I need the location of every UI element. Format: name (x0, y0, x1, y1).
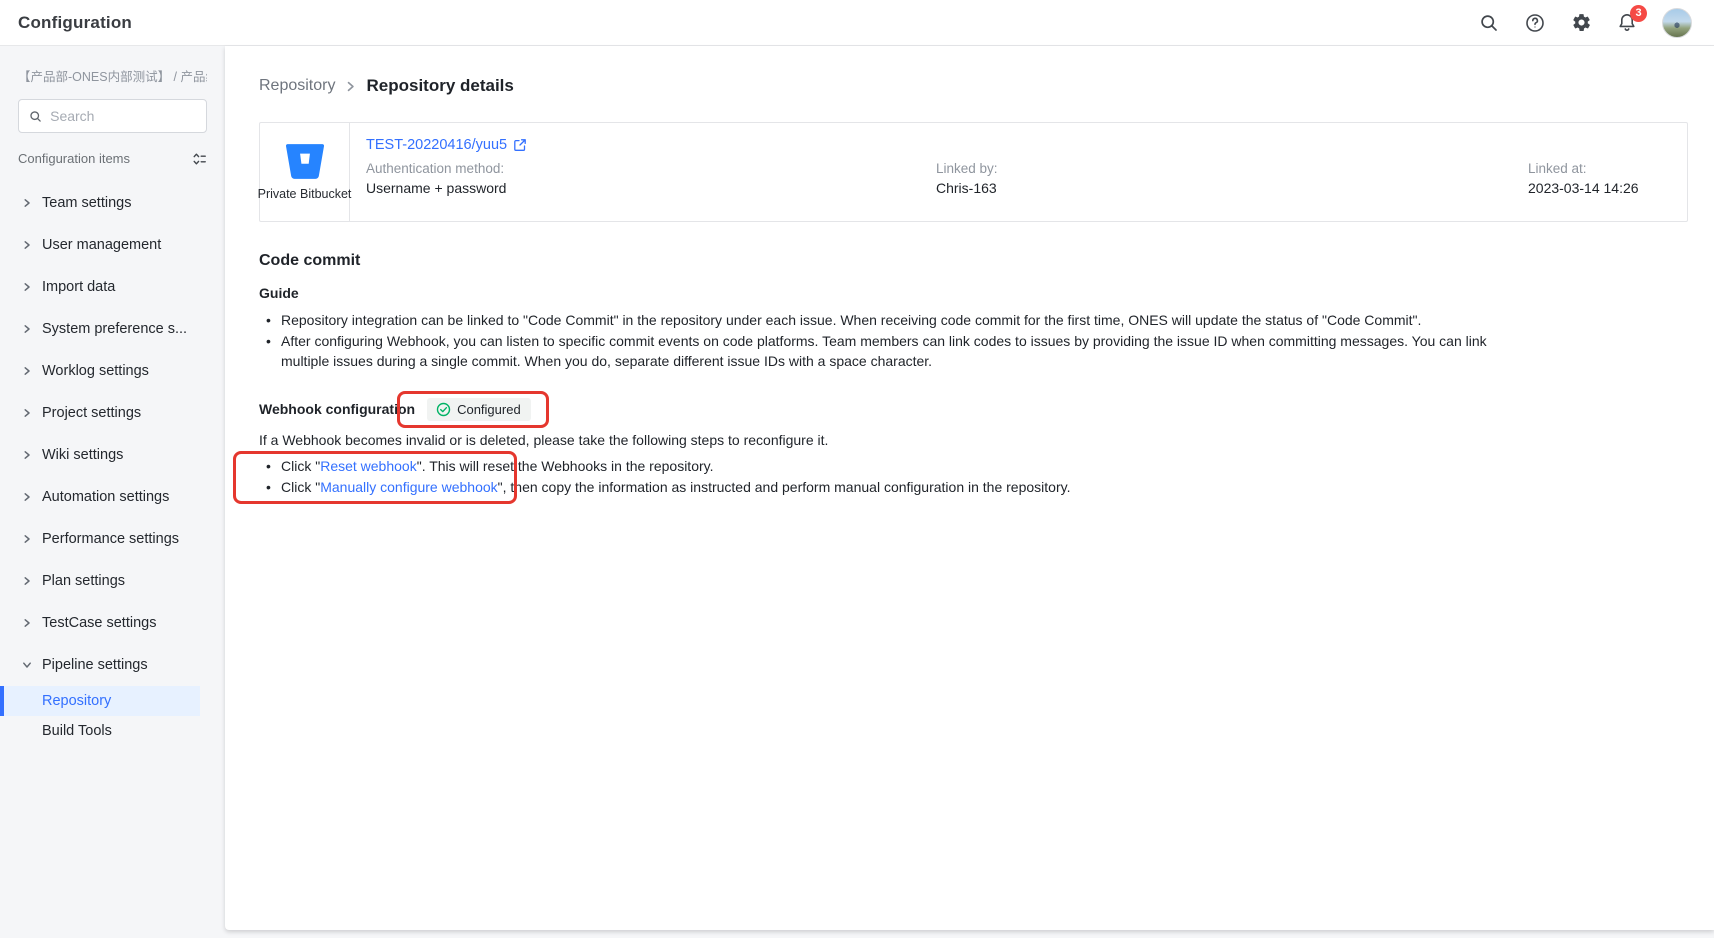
sidebar-item-label: Team settings (42, 195, 132, 211)
breadcrumb-current: Repository details (366, 76, 514, 95)
chevron-right-icon (22, 240, 32, 250)
webhook-step: Click "Reset webhook". This will reset t… (259, 456, 1688, 476)
search-icon[interactable] (1478, 12, 1500, 34)
sidebar-item-label: Build Tools (42, 723, 112, 739)
sidebar-item-testcase-settings[interactable]: TestCase settings (0, 602, 200, 644)
user-avatar[interactable] (1662, 7, 1692, 38)
linked-by-label: Linked by: (936, 161, 998, 176)
chevron-right-icon (22, 450, 32, 460)
sidebar-item-plan-settings[interactable]: Plan settings (0, 560, 200, 602)
auth-method-label: Authentication method: (366, 161, 505, 176)
notification-count-badge: 3 (1630, 4, 1647, 22)
auth-method-block: Authentication method: Username + passwo… (366, 161, 936, 196)
sidebar-item-label: TestCase settings (42, 615, 157, 631)
collapse-all-icon[interactable] (192, 152, 207, 166)
sidebar-item-label: Automation settings (42, 489, 170, 505)
manually-configure-webhook-link[interactable]: Manually configure webhook (320, 479, 497, 495)
sidebar-item-label: Performance settings (42, 531, 180, 547)
guide-title: Guide (259, 285, 299, 301)
sidebar-item-build-tools[interactable]: Build Tools (0, 716, 200, 746)
sidebar-item-user-management[interactable]: User management (0, 224, 200, 266)
configuration-items-header: Configuration items (0, 151, 225, 166)
chevron-down-icon (22, 660, 32, 670)
search-input-icon (30, 110, 41, 122)
chevron-right-icon (22, 408, 32, 418)
webhook-intro-text: If a Webhook becomes invalid or is delet… (259, 432, 829, 448)
repository-card: Private Bitbucket TEST-20220416/yuu5 Aut… (257, 122, 1688, 222)
linked-by-value: Chris-163 (936, 180, 997, 196)
sidebar-item-performance-settings[interactable]: Performance settings (0, 518, 200, 560)
sidebar-item-import-data[interactable]: Import data (0, 266, 200, 308)
external-link-icon[interactable] (513, 138, 527, 152)
sidebar-item-label: System preference s... (42, 321, 188, 337)
chevron-right-icon (22, 366, 32, 376)
chevron-right-icon (22, 618, 32, 628)
sidebar-item-label: Repository (42, 693, 112, 709)
sidebar-item-label: Project settings (42, 405, 142, 421)
configuration-sidebar: 【产品部-ONES内部测试】 / 产品组 Configuration items (0, 46, 225, 938)
sidebar-item-project-settings[interactable]: Project settings (0, 392, 200, 434)
sidebar-search-input[interactable] (50, 108, 196, 124)
help-icon[interactable] (1524, 12, 1546, 34)
guide-bullet: Repository integration can be linked to … (259, 310, 1511, 330)
configured-status-badge: Configured (427, 397, 531, 421)
chevron-right-icon (22, 534, 32, 544)
sidebar-item-worklog-settings[interactable]: Worklog settings (0, 350, 200, 392)
breadcrumb: Repository Repository details (259, 76, 1688, 96)
code-commit-title: Code commit (259, 252, 361, 269)
linked-by-block: Linked by: Chris-163 (936, 161, 1528, 196)
bitbucket-logo-icon (285, 143, 324, 179)
sidebar-item-pipeline-settings[interactable]: Pipeline settings (0, 644, 200, 686)
main-content: Repository Repository details Private Bi… (225, 46, 1714, 930)
chevron-right-icon (22, 198, 32, 208)
linked-at-block: Linked at: 2023-03-14 14:26 (1528, 161, 1687, 196)
repository-info: TEST-20220416/yuu5 Authentication method… (350, 123, 1687, 221)
top-header: Configuration 3 (0, 0, 1714, 46)
configuration-page: Configuration 3 【产品部-ONES内部测试】 / 产品组 Sea… (0, 0, 1714, 938)
team-breadcrumb: 【产品部-ONES内部测试】 / 产品组 (18, 70, 207, 84)
chevron-right-icon (22, 282, 32, 292)
guide-list: Repository integration can be linked to … (259, 310, 1688, 371)
sidebar-item-wiki-settings[interactable]: Wiki settings (0, 434, 200, 476)
linked-at-value: 2023-03-14 14:26 (1528, 180, 1639, 196)
sidebar-item-label: Plan settings (42, 573, 126, 589)
reset-webhook-link[interactable]: Reset webhook (320, 458, 417, 474)
webhook-configuration-section: Webhook configuration Configured If a We… (233, 390, 1688, 504)
webhook-steps-list: Click "Reset webhook". This will reset t… (233, 451, 1688, 504)
sidebar-item-label: Import data (42, 279, 116, 295)
repository-provider-cell: Private Bitbucket (257, 123, 352, 221)
guide-bullet: After configuring Webhook, you can liste… (259, 331, 1511, 371)
header-actions: 3 (1478, 4, 1692, 38)
repository-name-link[interactable]: TEST-20220416/yuu5 (366, 137, 507, 153)
provider-label: Private Bitbucket (257, 186, 352, 201)
linked-at-label: Linked at: (1528, 161, 1587, 176)
sidebar-item-team-settings[interactable]: Team settings (0, 182, 200, 224)
sidebar-nav: Team settings User management Import dat… (0, 182, 225, 746)
sidebar-item-system-preference[interactable]: System preference s... (0, 308, 200, 350)
breadcrumb-repository[interactable]: Repository (259, 77, 335, 95)
page-title: Configuration (18, 12, 133, 32)
configuration-items-label: Configuration items (18, 151, 130, 166)
sidebar-search[interactable] (18, 99, 207, 133)
webhook-step: Click "Manually configure webhook", then… (259, 477, 1688, 497)
settings-gear-icon[interactable] (1570, 12, 1592, 34)
chevron-right-icon (22, 576, 32, 586)
auth-method-value: Username + password (366, 180, 507, 196)
chevron-right-icon (22, 324, 32, 334)
chevron-right-icon (345, 81, 356, 92)
check-circle-icon (436, 402, 451, 416)
sidebar-item-label: User management (42, 237, 162, 253)
sidebar-item-label: Worklog settings (42, 363, 149, 379)
sidebar-item-label: Pipeline settings (42, 657, 148, 673)
sidebar-item-label: Wiki settings (42, 447, 124, 463)
chevron-right-icon (22, 492, 32, 502)
sidebar-item-automation-settings[interactable]: Automation settings (0, 476, 200, 518)
webhook-configuration-title: Webhook configuration (259, 401, 416, 417)
notifications-bell-icon[interactable]: 3 (1616, 4, 1647, 34)
sidebar-item-repository[interactable]: Repository (0, 686, 200, 716)
